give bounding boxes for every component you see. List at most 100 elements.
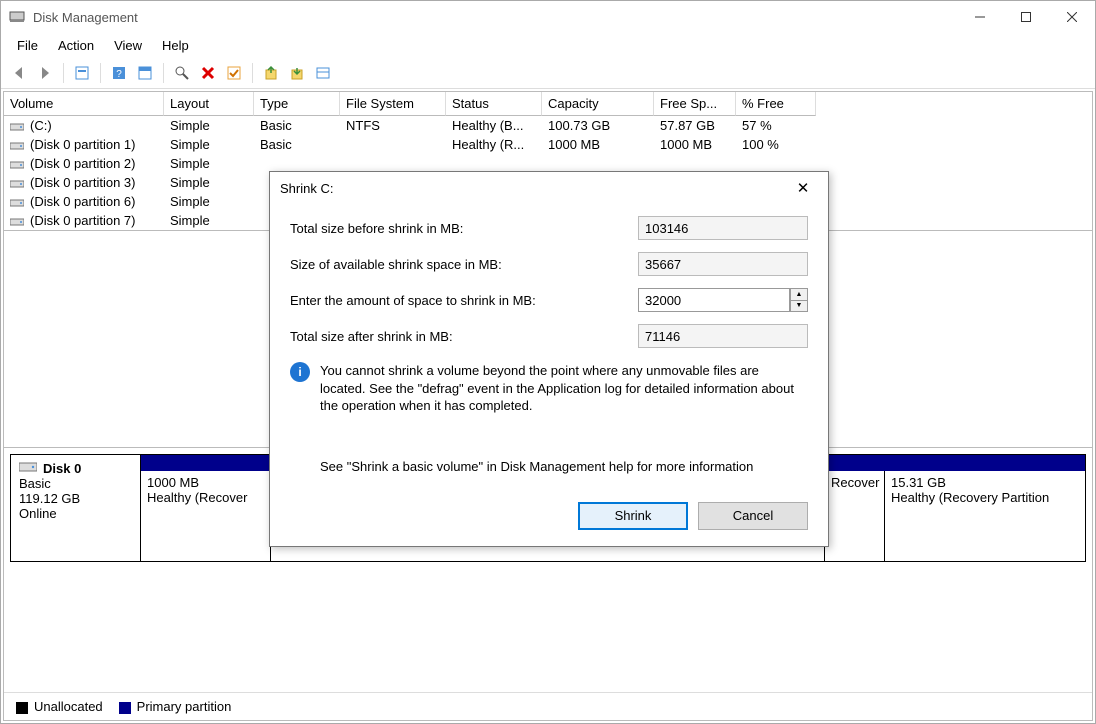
back-icon[interactable] (7, 61, 31, 85)
tb-icon-3[interactable] (170, 61, 194, 85)
info-icon: i (290, 362, 310, 382)
volume-status: Healthy (B... (446, 116, 542, 135)
volume-type: Basic (254, 135, 340, 154)
partition-status: Recover (831, 475, 878, 490)
drive-icon (10, 217, 24, 227)
close-icon[interactable]: ✕ (788, 179, 818, 197)
partition-status: Healthy (Recover (147, 490, 264, 505)
help-text: See "Shrink a basic volume" in Disk Mana… (290, 459, 808, 474)
menu-view[interactable]: View (104, 36, 152, 55)
check-icon[interactable] (222, 61, 246, 85)
volume-layout: Simple (164, 135, 254, 154)
cancel-button[interactable]: Cancel (698, 502, 808, 530)
toolbar: ? (1, 57, 1095, 89)
partition-size: 15.31 GB (891, 475, 1079, 490)
volume-name[interactable]: (Disk 0 partition 2) (4, 154, 164, 173)
label-total-after: Total size after shrink in MB: (290, 329, 638, 344)
drive-icon (10, 179, 24, 189)
volume-name[interactable]: (Disk 0 partition 1) (4, 135, 164, 154)
disk-icon (19, 461, 37, 476)
delete-icon[interactable] (196, 61, 220, 85)
minimize-button[interactable] (957, 1, 1003, 33)
drive-icon (10, 122, 24, 132)
titlebar: Disk Management (1, 1, 1095, 33)
drive-icon (10, 141, 24, 151)
disk-status: Online (19, 506, 132, 521)
col-status[interactable]: Status (446, 92, 542, 116)
drive-icon (10, 160, 24, 170)
disk-name: Disk 0 (43, 461, 81, 476)
volume-status: Healthy (R... (446, 135, 542, 154)
tb-icon-5[interactable] (285, 61, 309, 85)
volume-name[interactable]: (Disk 0 partition 7) (4, 211, 164, 230)
spin-down-icon[interactable]: ▼ (791, 301, 807, 312)
volume-fs (340, 135, 446, 154)
app-icon (9, 9, 25, 25)
dialog-title: Shrink C: (280, 181, 333, 196)
close-button[interactable] (1049, 1, 1095, 33)
info-text: You cannot shrink a volume beyond the po… (320, 362, 808, 415)
volume-type: Basic (254, 116, 340, 135)
partition[interactable]: 15.31 GB Healthy (Recovery Partition (885, 455, 1085, 561)
label-total-before: Total size before shrink in MB: (290, 221, 638, 236)
legend-unallocated: Unallocated (16, 699, 103, 714)
disk-label[interactable]: Disk 0 Basic 119.12 GB Online (11, 455, 141, 561)
volume-layout: Simple (164, 173, 254, 192)
label-enter-amount: Enter the amount of space to shrink in M… (290, 293, 638, 308)
value-total-before: 103146 (638, 216, 808, 240)
dialog-titlebar: Shrink C: ✕ (270, 172, 828, 204)
window-title: Disk Management (33, 10, 957, 25)
col-capacity[interactable]: Capacity (542, 92, 654, 116)
spinner[interactable]: ▲▼ (790, 288, 808, 312)
volume-layout: Simple (164, 192, 254, 211)
col-volume[interactable]: Volume (4, 92, 164, 116)
partition[interactable]: Recover (825, 455, 885, 561)
help-icon[interactable]: ? (107, 61, 131, 85)
volume-layout: Simple (164, 116, 254, 135)
value-total-after: 71146 (638, 324, 808, 348)
tb-icon-4[interactable] (259, 61, 283, 85)
value-available: 35667 (638, 252, 808, 276)
volume-name[interactable]: (C:) (4, 116, 164, 135)
tb-icon-2[interactable] (133, 61, 157, 85)
tb-icon-6[interactable] (311, 61, 335, 85)
disk-type: Basic (19, 476, 132, 491)
col-filesystem[interactable]: File System (340, 92, 446, 116)
volume-free: 1000 MB (654, 135, 736, 154)
menu-file[interactable]: File (7, 36, 48, 55)
menubar: File Action View Help (1, 33, 1095, 57)
tb-icon-1[interactable] (70, 61, 94, 85)
col-type[interactable]: Type (254, 92, 340, 116)
volume-layout: Simple (164, 211, 254, 230)
menu-action[interactable]: Action (48, 36, 104, 55)
menu-help[interactable]: Help (152, 36, 199, 55)
partition-size: 1000 MB (147, 475, 264, 490)
shrink-amount-input[interactable] (638, 288, 790, 312)
volume-layout: Simple (164, 154, 254, 173)
volume-pct: 57 % (736, 116, 816, 135)
partition-status: Healthy (Recovery Partition (891, 490, 1079, 505)
maximize-button[interactable] (1003, 1, 1049, 33)
forward-icon[interactable] (33, 61, 57, 85)
volume-fs: NTFS (340, 116, 446, 135)
col-free[interactable]: Free Sp... (654, 92, 736, 116)
volume-capacity: 100.73 GB (542, 116, 654, 135)
volume-pct: 100 % (736, 135, 816, 154)
svg-text:?: ? (116, 69, 122, 80)
volume-capacity: 1000 MB (542, 135, 654, 154)
shrink-dialog: Shrink C: ✕ Total size before shrink in … (269, 171, 829, 547)
spin-up-icon[interactable]: ▲ (791, 289, 807, 301)
legend: Unallocated Primary partition (4, 692, 1092, 720)
disk-size: 119.12 GB (19, 491, 132, 506)
legend-primary: Primary partition (119, 699, 232, 714)
volume-name[interactable]: (Disk 0 partition 3) (4, 173, 164, 192)
col-layout[interactable]: Layout (164, 92, 254, 116)
drive-icon (10, 198, 24, 208)
volume-name[interactable]: (Disk 0 partition 6) (4, 192, 164, 211)
disk-management-window: Disk Management File Action View Help ? (0, 0, 1096, 724)
volume-free: 57.87 GB (654, 116, 736, 135)
label-available: Size of available shrink space in MB: (290, 257, 638, 272)
partition[interactable]: 1000 MB Healthy (Recover (141, 455, 271, 561)
shrink-button[interactable]: Shrink (578, 502, 688, 530)
col-pct[interactable]: % Free (736, 92, 816, 116)
